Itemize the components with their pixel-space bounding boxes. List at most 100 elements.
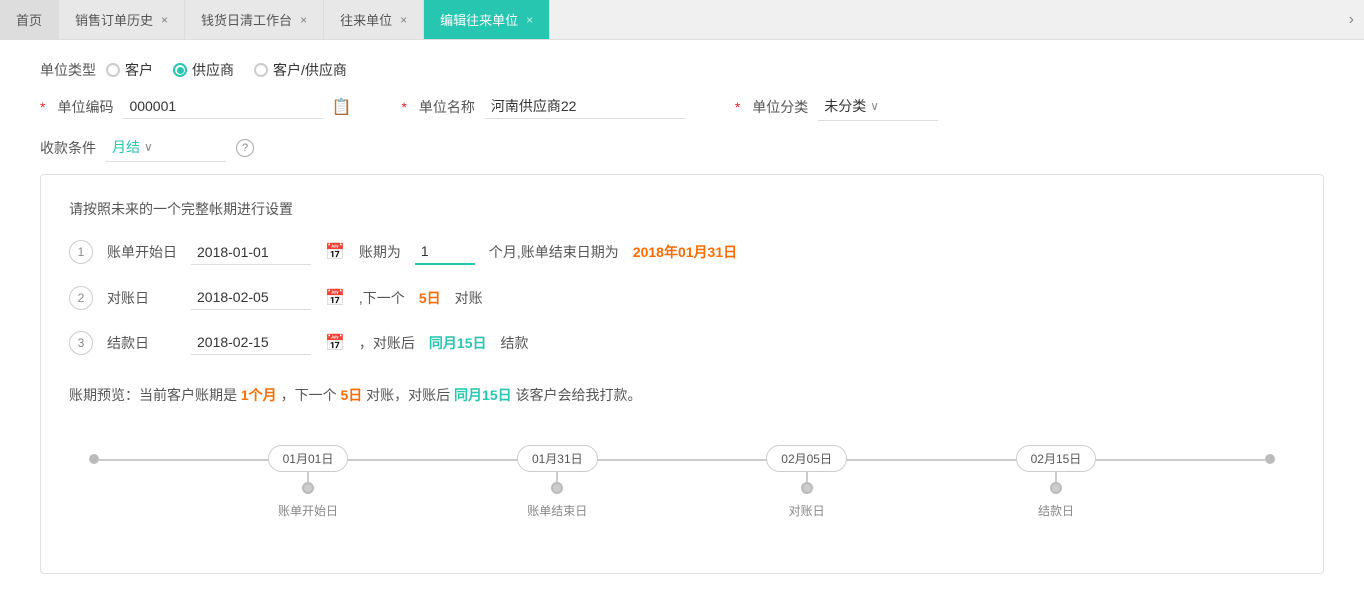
start-dot — [89, 454, 99, 464]
payment-desc-prefix: ，对账后 — [359, 333, 415, 353]
timeline-dot-1 — [302, 482, 314, 494]
payment-terms-row: 收款条件 月结 ∨ ? — [40, 133, 1324, 162]
timeline-dot-4 — [1050, 482, 1062, 494]
settings-panel: 请按照未来的一个完整帐期进行设置 1 账单开始日 📅 账期为 个月,账单结束日期… — [40, 174, 1324, 574]
tab-home[interactable]: 首页 — [0, 0, 59, 39]
timeline-bubble-1: 01月01日 — [268, 445, 349, 472]
unit-code-area: 📋 — [123, 94, 351, 119]
tab-partner-units[interactable]: 往来单位 × — [324, 0, 424, 39]
tab-cash-workbench[interactable]: 钱货日清工作台 × — [185, 0, 324, 39]
tab-close-sales-history[interactable]: × — [161, 13, 168, 27]
setting-row-1: 1 账单开始日 📅 账期为 个月,账单结束日期为 2018年01月31日 — [69, 239, 1295, 265]
reconcile-desc-suffix: 对账 — [455, 288, 483, 308]
preview-part2: 5日 — [340, 387, 362, 403]
reconcile-date-label: 对账日 — [107, 288, 177, 308]
period-label: 账期为 — [359, 242, 401, 262]
unit-category-select[interactable]: 未分类 ∨ — [818, 92, 938, 121]
start-date-label: 账单开始日 — [107, 242, 177, 262]
unit-name-input[interactable] — [485, 94, 685, 119]
tab-close-cash-workbench[interactable]: × — [300, 13, 307, 27]
chevron-down-icon: ∨ — [870, 99, 879, 113]
timeline-connector-1 — [307, 472, 309, 482]
payment-terms-label: 收款条件 — [40, 138, 96, 158]
radio-circle-customer — [106, 63, 120, 77]
timeline-bubble-2: 01月31日 — [517, 445, 598, 472]
timeline-connector-3 — [806, 472, 808, 482]
payment-desc-suffix: 结款 — [501, 333, 529, 353]
main-content: 单位类型 客户 供应商 客户/供应商 * 单位编码 📋 * 单位名称 — [0, 40, 1364, 608]
timeline-connector-2 — [556, 472, 558, 482]
payment-highlight: 同月15日 — [429, 333, 487, 353]
unit-details-row: * 单位编码 📋 * 单位名称 * 单位分类 未分类 ∨ — [40, 92, 1324, 121]
unit-name-required-star: * — [401, 99, 406, 115]
timeline-point-2: 01月31日 账单结束日 — [517, 445, 598, 519]
row-num-1: 1 — [69, 240, 93, 264]
timeline-points-row: 01月01日 账单开始日 01月31日 账单结束日 — [69, 445, 1295, 519]
timeline-point-4: 02月15日 结款日 — [1016, 445, 1097, 519]
payment-terms-value: 月结 — [112, 137, 140, 157]
period-unit-text: 个月,账单结束日期为 — [489, 242, 619, 262]
timeline-dot-2 — [551, 482, 563, 494]
unit-type-label: 单位类型 — [40, 60, 96, 80]
setting-row-3: 3 结款日 📅 ，对账后 同月15日 结款 — [69, 330, 1295, 355]
tab-more-arrow[interactable]: › — [1339, 0, 1364, 39]
payment-date-calendar-icon[interactable]: 📅 — [325, 333, 345, 353]
timeline-label-3: 对账日 — [789, 502, 825, 519]
timeline-point-3: 02月05日 对账日 — [766, 445, 847, 519]
unit-type-row: 单位类型 客户 供应商 客户/供应商 — [40, 60, 1324, 80]
timeline-label-1: 账单开始日 — [278, 502, 338, 519]
preview-end: 该客户会给我打款。 — [516, 387, 642, 403]
reconcile-date-calendar-icon[interactable]: 📅 — [325, 288, 345, 308]
period-input[interactable] — [415, 239, 475, 265]
row-num-3: 3 — [69, 331, 93, 355]
tab-sales-history[interactable]: 销售订单历史 × — [59, 0, 185, 39]
payment-terms-select[interactable]: 月结 ∨ — [106, 133, 226, 162]
end-dot — [1265, 454, 1275, 464]
help-icon[interactable]: ? — [236, 139, 254, 157]
timeline-point-1: 01月01日 账单开始日 — [268, 445, 349, 519]
payment-date-input[interactable] — [191, 330, 311, 355]
timeline-bubble-3: 02月05日 — [766, 445, 847, 472]
timeline-container: 01月01日 账单开始日 01月31日 账单结束日 — [69, 425, 1295, 549]
timeline-dot-3 — [801, 482, 813, 494]
tab-close-edit-partner[interactable]: × — [526, 13, 533, 27]
setting-row-2: 2 对账日 📅 ,下一个 5日 对账 — [69, 285, 1295, 310]
tab-edit-partner[interactable]: 编辑往来单位 × — [424, 0, 550, 39]
copy-icon[interactable]: 📋 — [331, 97, 351, 117]
radio-circle-supplier — [173, 63, 187, 77]
payment-date-label: 结款日 — [107, 333, 177, 353]
unit-type-radio-group: 客户 供应商 客户/供应商 — [106, 60, 347, 80]
unit-category-label: 单位分类 — [752, 97, 808, 117]
preview-mid1: ，下一个 — [281, 387, 337, 403]
start-date-calendar-icon[interactable]: 📅 — [325, 242, 345, 262]
timeline-label-2: 账单结束日 — [527, 502, 587, 519]
tab-bar: 首页 销售订单历史 × 钱货日清工作台 × 往来单位 × 编辑往来单位 × › — [0, 0, 1364, 40]
radio-supplier[interactable]: 供应商 — [173, 60, 234, 80]
unit-code-required-star: * — [40, 99, 45, 115]
unit-code-label: 单位编码 — [57, 97, 113, 117]
unit-name-label: 单位名称 — [419, 97, 475, 117]
row-num-2: 2 — [69, 286, 93, 310]
radio-customer[interactable]: 客户 — [106, 60, 153, 80]
preview-part1: 1个月 — [241, 387, 277, 403]
reconcile-date-input[interactable] — [191, 285, 311, 310]
preview-label: 账期预览：当前客户账期是 — [69, 387, 237, 403]
start-date-input[interactable] — [191, 240, 311, 265]
radio-both[interactable]: 客户/供应商 — [254, 60, 347, 80]
reconcile-desc-prefix: ,下一个 — [359, 288, 405, 308]
unit-code-input[interactable] — [123, 94, 323, 119]
preview-section: 账期预览：当前客户账期是 1个月 ，下一个 5日 对账，对账后 同月15日 该客… — [69, 375, 1295, 405]
timeline-label-4: 结款日 — [1038, 502, 1074, 519]
reconcile-highlight: 5日 — [419, 288, 441, 308]
payment-terms-chevron-icon: ∨ — [144, 140, 153, 154]
unit-category-required-star: * — [735, 99, 740, 115]
panel-title: 请按照未来的一个完整帐期进行设置 — [69, 199, 1295, 219]
timeline-connector-4 — [1055, 472, 1057, 482]
timeline-end-end — [1265, 445, 1275, 464]
preview-mid2: 对账，对账后 — [366, 387, 450, 403]
unit-category-value: 未分类 — [824, 96, 866, 116]
radio-circle-both — [254, 63, 268, 77]
timeline-start-end — [89, 445, 99, 464]
preview-part3: 同月15日 — [454, 387, 512, 403]
tab-close-partner-units[interactable]: × — [400, 13, 407, 27]
